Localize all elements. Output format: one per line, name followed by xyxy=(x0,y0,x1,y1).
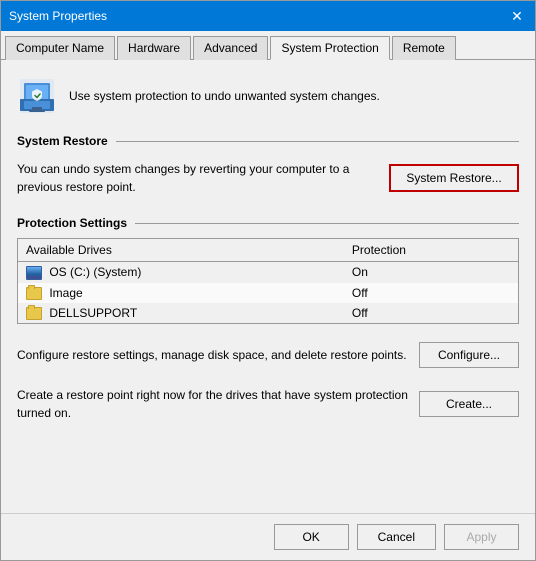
table-row[interactable]: Image Off xyxy=(18,283,519,303)
table-row[interactable]: DELLSUPPORT Off xyxy=(18,303,519,324)
drive-image-protection: Off xyxy=(344,283,519,303)
drive-dellsupport-name: DELLSUPPORT xyxy=(18,303,344,324)
tab-bar: Computer Name Hardware Advanced System P… xyxy=(1,31,535,60)
tab-hardware[interactable]: Hardware xyxy=(117,36,191,60)
col-header-protection: Protection xyxy=(344,239,519,262)
window-title: System Properties xyxy=(9,9,107,23)
drive-dellsupport-protection: Off xyxy=(344,303,519,324)
restore-description: You can undo system changes by reverting… xyxy=(17,160,379,196)
tab-advanced[interactable]: Advanced xyxy=(193,36,268,60)
folder-icon-2 xyxy=(26,307,42,320)
system-restore-button[interactable]: System Restore... xyxy=(389,164,519,192)
footer: OK Cancel Apply xyxy=(1,513,535,560)
protection-settings-title: Protection Settings xyxy=(17,216,127,230)
configure-row: Configure restore settings, manage disk … xyxy=(17,342,519,368)
section-divider xyxy=(116,141,519,142)
cancel-button[interactable]: Cancel xyxy=(357,524,436,550)
system-restore-header: System Restore xyxy=(17,134,519,148)
tab-remote[interactable]: Remote xyxy=(392,36,456,60)
drives-table: Available Drives Protection OS (C:) (Sys… xyxy=(17,238,519,324)
info-row: Use system protection to undo unwanted s… xyxy=(17,72,519,120)
system-restore-title: System Restore xyxy=(17,134,108,148)
col-header-drives: Available Drives xyxy=(18,239,344,262)
drive-os-name: OS (C:) (System) xyxy=(18,262,344,283)
protection-settings-header: Protection Settings xyxy=(17,216,519,230)
table-header-row: Available Drives Protection xyxy=(18,239,519,262)
close-button[interactable]: ✕ xyxy=(507,6,527,26)
drive-os-protection: On xyxy=(344,262,519,283)
create-description: Create a restore point right now for the… xyxy=(17,386,409,422)
drive-image-name: Image xyxy=(18,283,344,303)
create-row: Create a restore point right now for the… xyxy=(17,386,519,422)
shield-icon xyxy=(17,76,57,116)
table-row[interactable]: OS (C:) (System) On xyxy=(18,262,519,283)
system-restore-section: System Restore You can undo system chang… xyxy=(17,134,519,204)
create-button[interactable]: Create... xyxy=(419,391,519,417)
title-bar: System Properties ✕ xyxy=(1,1,535,31)
configure-description: Configure restore settings, manage disk … xyxy=(17,346,409,364)
content-area: Use system protection to undo unwanted s… xyxy=(1,60,535,513)
tab-system-protection[interactable]: System Protection xyxy=(270,36,389,60)
section-divider-2 xyxy=(135,223,519,224)
tab-computer-name[interactable]: Computer Name xyxy=(5,36,115,60)
protection-settings-section: Protection Settings Available Drives Pro… xyxy=(17,216,519,324)
system-restore-area: You can undo system changes by reverting… xyxy=(17,156,519,204)
configure-button[interactable]: Configure... xyxy=(419,342,519,368)
info-text: Use system protection to undo unwanted s… xyxy=(69,89,380,103)
os-drive-icon xyxy=(26,266,42,280)
ok-button[interactable]: OK xyxy=(274,524,349,550)
folder-icon xyxy=(26,287,42,300)
apply-button[interactable]: Apply xyxy=(444,524,519,550)
system-properties-window: System Properties ✕ Computer Name Hardwa… xyxy=(0,0,536,561)
